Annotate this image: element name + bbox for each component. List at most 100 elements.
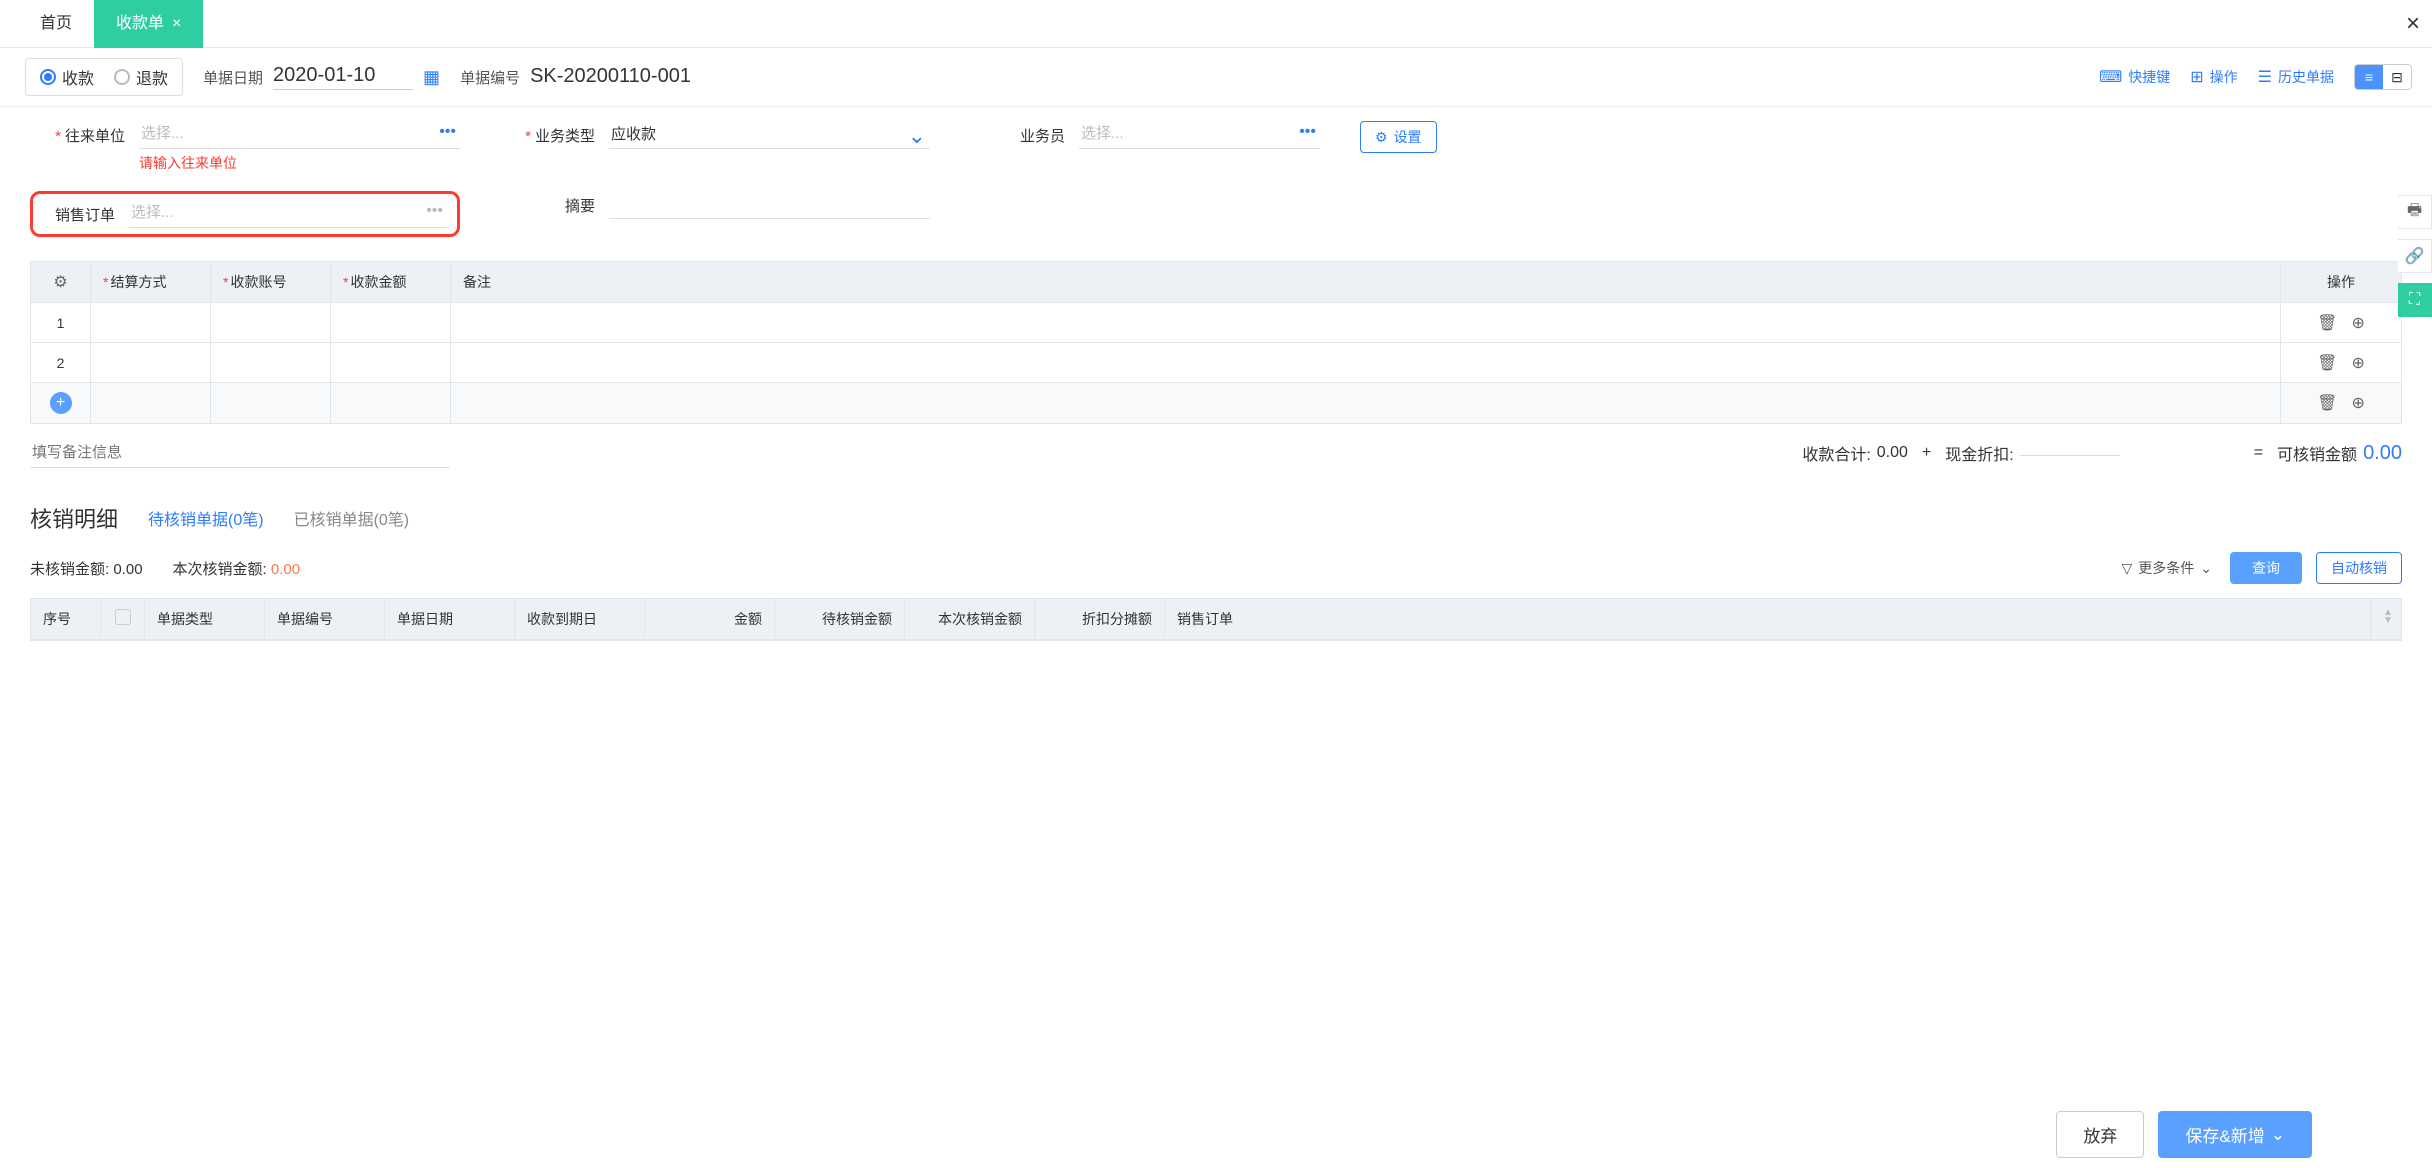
tab-label: 收款单 (116, 0, 164, 48)
summary-input[interactable] (609, 191, 930, 219)
tab-bar: 首页 收款单 × × (0, 0, 2432, 48)
save-button[interactable]: 保存&新增 ⌄ (2158, 1111, 2312, 1158)
copy-icon[interactable]: ⊕ (2351, 353, 2364, 373)
discount-input[interactable] (2020, 451, 2120, 456)
more-icon[interactable]: ••• (439, 123, 456, 141)
col-settle: *结算方式 (91, 262, 211, 302)
add-row-button[interactable]: + (50, 392, 72, 414)
delete-icon[interactable]: 🗑 (2317, 313, 2337, 333)
date-value[interactable]: 2020-01-10 (273, 64, 413, 90)
view-list-icon[interactable]: ≡ (2355, 65, 2383, 89)
view-card-icon[interactable]: ⊟ (2383, 65, 2411, 89)
col-type: 单据类型 (145, 599, 265, 639)
close-all-icon[interactable]: × (2406, 10, 2420, 38)
tab-pending[interactable]: 待核销单据(0笔) (148, 506, 264, 530)
calendar-icon[interactable]: ▦ (423, 67, 440, 88)
radio-icon (114, 69, 130, 85)
row-index: 2 (31, 343, 91, 382)
copy-icon[interactable]: ⊕ (2351, 393, 2364, 413)
operate-action[interactable]: ⊞ 操作 (2190, 67, 2237, 87)
cell-amount[interactable] (331, 343, 451, 382)
biztype-input[interactable] (609, 121, 930, 149)
payment-table: ⚙ *结算方式 *收款账号 *收款金额 备注 操作 1 🗑 ⊕ 2 🗑 (30, 261, 2402, 424)
col-alloc: 折扣分摊额 (1035, 599, 1165, 639)
col-account: *收款账号 (211, 262, 331, 302)
query-button[interactable]: 查询 (2230, 552, 2302, 584)
total-value: 0.00 (1877, 444, 1908, 462)
form-header: 收款 退款 单据日期 2020-01-10 ▦ 单据编号 SK-20200110… (0, 48, 2432, 107)
radio-label: 收款 (62, 65, 94, 89)
number-label: 单据编号 (460, 67, 520, 88)
chevron-down-icon: ⌄ (2200, 560, 2212, 577)
cell-amount[interactable] (331, 303, 451, 342)
col-current: 本次核销金额 (905, 599, 1035, 639)
salesperson-input[interactable] (1079, 121, 1320, 149)
cell-remark[interactable] (451, 303, 2281, 342)
cell-remark[interactable] (451, 343, 2281, 382)
radio-refund[interactable]: 退款 (114, 65, 168, 89)
tab-home[interactable]: 首页 (18, 0, 94, 48)
radio-receive[interactable]: 收款 (40, 65, 94, 89)
discount-label: 现金折扣: (1945, 441, 2013, 465)
more-filter[interactable]: ▽ 更多条件 ⌄ (2121, 558, 2212, 578)
col-pending: 待核销金额 (775, 599, 905, 639)
dock-print-icon[interactable]: 🖶 (2398, 195, 2432, 229)
close-icon[interactable]: × (172, 0, 181, 48)
customer-error: 请输入往来单位 (139, 153, 460, 173)
col-number: 单据编号 (265, 599, 385, 639)
receipt-type-radio: 收款 退款 (25, 58, 183, 96)
verification-table: 序号 单据类型 单据编号 单据日期 收款到期日 金额 待核销金额 本次核销金额 … (30, 598, 2402, 641)
number-value: SK-20200110-001 (530, 65, 691, 90)
cell-account[interactable] (211, 343, 331, 382)
col-action: 操作 (2281, 262, 2401, 302)
customer-input[interactable] (139, 121, 460, 149)
dock-expand-icon[interactable]: ⛶ (2398, 283, 2432, 317)
filter-icon: ▽ (2121, 560, 2132, 577)
cell-settle[interactable] (91, 303, 211, 342)
verifiable-value: 0.00 (2363, 442, 2402, 465)
col-date: 单据日期 (385, 599, 515, 639)
gear-icon: ⚙ (53, 274, 67, 291)
tab-receipt[interactable]: 收款单 × (94, 0, 203, 48)
history-action[interactable]: ☰ 历史单据 (2258, 67, 2334, 87)
table-row: 2 🗑 ⊕ (31, 343, 2401, 383)
col-checkbox[interactable] (101, 599, 145, 639)
tab-done[interactable]: 已核销单据(0笔) (294, 506, 410, 530)
auto-verify-button[interactable]: 自动核销 (2316, 552, 2402, 584)
radio-label: 退款 (136, 65, 168, 89)
cell-settle[interactable] (91, 343, 211, 382)
current-verify-amount: 本次核销金额: 0.00 (173, 558, 301, 579)
cancel-button[interactable]: 放弃 (2056, 1111, 2144, 1158)
unverified-amount: 未核销金额: 0.00 (30, 558, 143, 579)
salesorder-input[interactable] (129, 200, 447, 228)
salesperson-label: 业务员 (970, 121, 1065, 146)
shortcut-action[interactable]: ⌨ 快捷键 (2099, 67, 2170, 87)
chevron-down-icon[interactable] (908, 123, 926, 149)
copy-icon[interactable]: ⊕ (2351, 313, 2364, 333)
dock-link-icon[interactable]: 🔗 (2398, 239, 2432, 273)
col-sort[interactable]: ▲▼ (2371, 599, 2401, 639)
col-remark: 备注 (451, 262, 2281, 302)
delete-icon[interactable]: 🗑 (2317, 393, 2337, 413)
summary-label: 摘要 (500, 191, 595, 216)
biztype-label: *业务类型 (500, 121, 595, 146)
cell-account[interactable] (211, 303, 331, 342)
checkbox-icon (115, 609, 131, 625)
footer-bar: 放弃 保存&新增 ⌄ (2056, 1111, 2312, 1158)
chevron-down-icon: ⌄ (2271, 1125, 2285, 1145)
settings-button[interactable]: ⚙ 设置 (1360, 121, 1437, 153)
view-toggle: ≡ ⊟ (2354, 64, 2412, 90)
customer-label: *往来单位 (30, 121, 125, 146)
summary-row: 收款合计: 0.00 + 现金折扣: = 可核销金额 0.00 (0, 424, 2432, 482)
delete-icon[interactable]: 🗑 (2317, 353, 2337, 373)
col-order: 销售订单 (1165, 599, 2371, 639)
equals-sign: = (2254, 444, 2263, 462)
section-title: 核销明细 (30, 502, 118, 534)
table-settings-header[interactable]: ⚙ (31, 262, 91, 302)
remark-input[interactable] (30, 438, 450, 468)
grid-icon: ⊞ (2190, 67, 2203, 87)
more-icon[interactable]: ••• (426, 202, 443, 220)
plus-sign: + (1922, 444, 1931, 462)
more-icon[interactable]: ••• (1299, 123, 1316, 141)
gear-icon: ⚙ (1375, 129, 1388, 146)
